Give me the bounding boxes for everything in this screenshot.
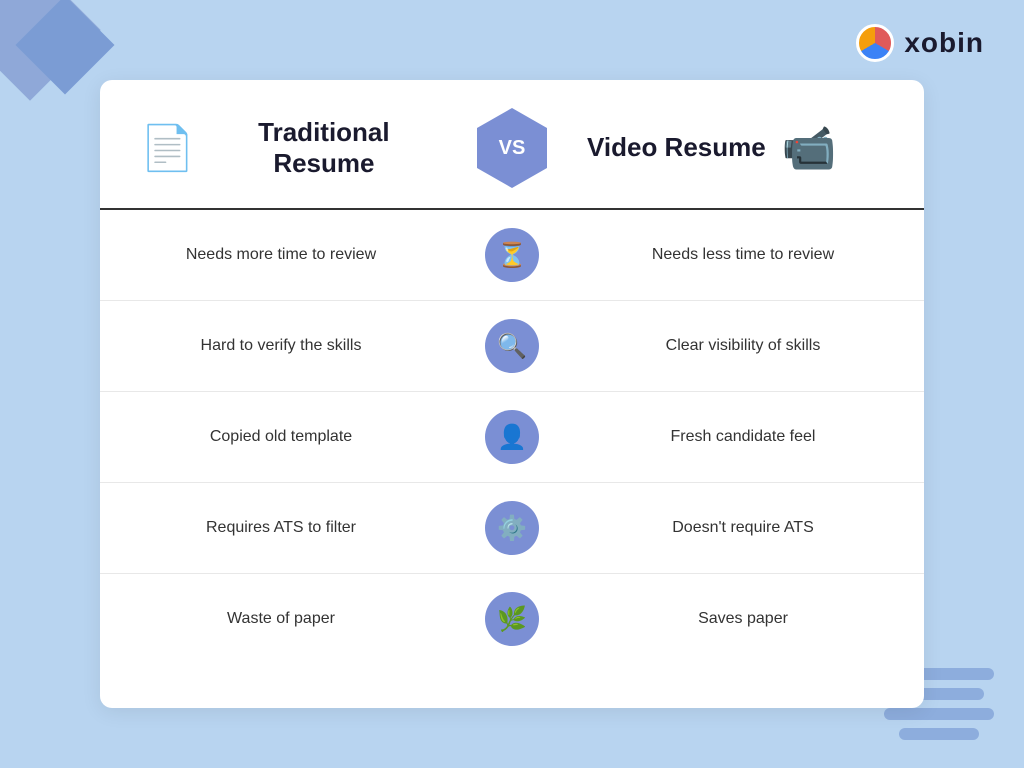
row-icon: ⏳	[485, 228, 539, 282]
xobin-logo: xobin	[856, 24, 984, 62]
video-title: Video Resume	[587, 132, 766, 163]
right-item: Fresh candidate feel	[562, 428, 924, 446]
logo-text: xobin	[904, 27, 984, 59]
vs-label: VS	[499, 137, 526, 160]
row-icon: 🔍	[485, 319, 539, 373]
left-item: Requires ATS to filter	[100, 519, 462, 537]
traditional-title: Traditional Resume	[211, 117, 437, 179]
center-icon-wrapper: ⏳	[462, 228, 562, 282]
traditional-resume-icon: 📄	[140, 122, 195, 174]
video-resume-icon: 📹	[782, 122, 837, 174]
comparison-body: Needs more time to review ⏳ Needs less t…	[100, 210, 924, 664]
video-header: Video Resume 📹	[557, 122, 884, 174]
center-icon-wrapper: 👤	[462, 410, 562, 464]
left-item: Waste of paper	[100, 610, 462, 628]
row-icon: 👤	[485, 410, 539, 464]
right-item: Needs less time to review	[562, 246, 924, 264]
right-item: Doesn't require ATS	[562, 519, 924, 537]
traditional-header: 📄 Traditional Resume	[140, 117, 467, 179]
comparison-row: Needs more time to review ⏳ Needs less t…	[100, 210, 924, 301]
right-item: Saves paper	[562, 610, 924, 628]
right-item: Clear visibility of skills	[562, 337, 924, 355]
row-icon: 🌿	[485, 592, 539, 646]
card-header: 📄 Traditional Resume VS Video Resume 📹	[100, 80, 924, 210]
comparison-row: Copied old template 👤 Fresh candidate fe…	[100, 392, 924, 483]
comparison-row: Hard to verify the skills 🔍 Clear visibi…	[100, 301, 924, 392]
center-icon-wrapper: 🌿	[462, 592, 562, 646]
logo-icon	[856, 24, 894, 62]
center-icon-wrapper: 🔍	[462, 319, 562, 373]
left-item: Needs more time to review	[100, 246, 462, 264]
comparison-row: Requires ATS to filter ⚙️ Doesn't requir…	[100, 483, 924, 574]
wave-line	[884, 708, 994, 720]
row-icon: ⚙️	[485, 501, 539, 555]
left-item: Copied old template	[100, 428, 462, 446]
vs-badge: VS	[477, 108, 547, 188]
center-icon-wrapper: ⚙️	[462, 501, 562, 555]
comparison-card: 📄 Traditional Resume VS Video Resume 📹 N…	[100, 80, 924, 708]
comparison-row: Waste of paper 🌿 Saves paper	[100, 574, 924, 664]
wave-line	[899, 728, 979, 740]
left-item: Hard to verify the skills	[100, 337, 462, 355]
